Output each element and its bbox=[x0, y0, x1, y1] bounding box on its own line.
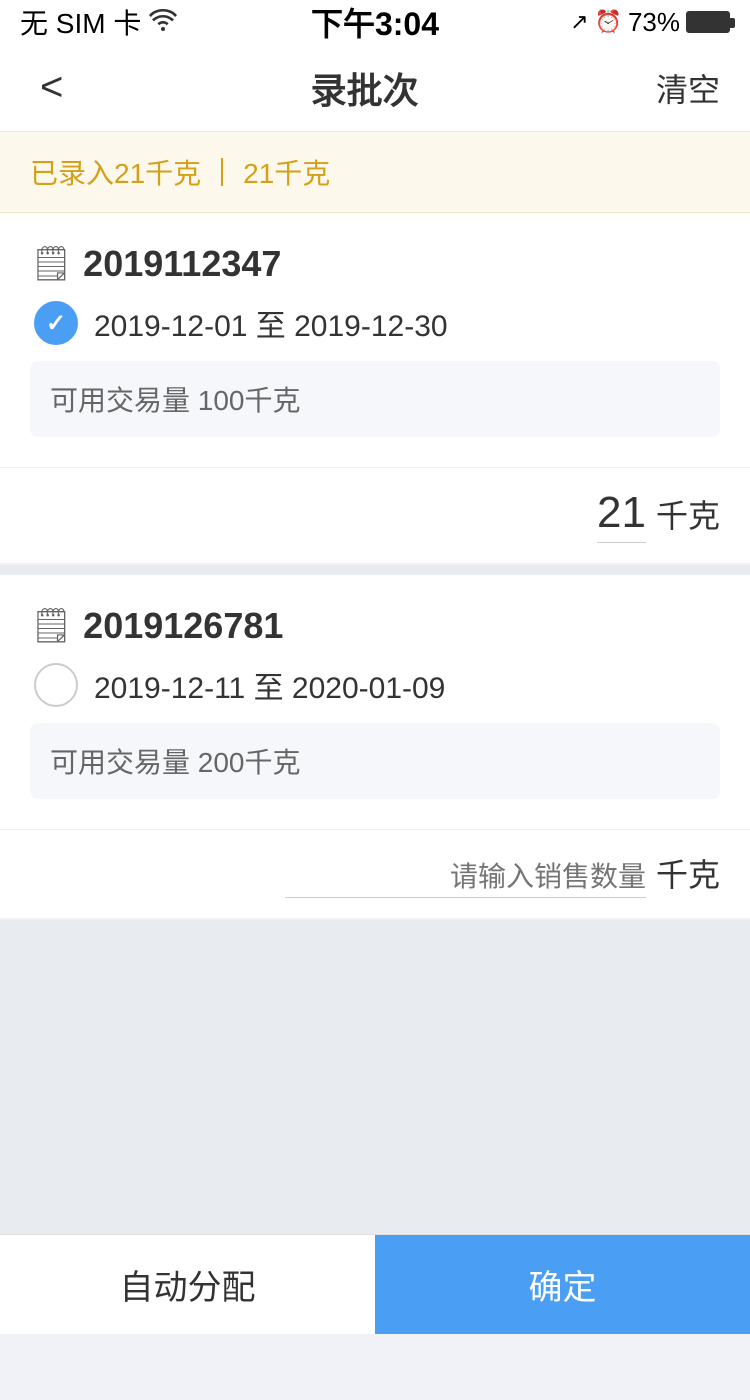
batch-2-date: 2019-12-11 至 2020-01-09 bbox=[94, 663, 445, 707]
batch-1-date-row[interactable]: ✓ 2019-12-01 至 2019-12-30 bbox=[30, 301, 720, 345]
batch-1-id: 2019112347 bbox=[83, 243, 281, 285]
batch-1-unit: 千克 bbox=[656, 491, 720, 537]
status-time: 下午3:04 bbox=[311, 0, 439, 45]
recorded-amount: 已录入21千克 bbox=[30, 152, 201, 192]
confirm-button[interactable]: 确定 bbox=[375, 1235, 750, 1334]
bottom-bar: 自动分配 确定 bbox=[0, 1234, 750, 1334]
page-title: 录批次 bbox=[311, 62, 419, 114]
batch-2-icon: 🗒 bbox=[30, 606, 73, 646]
batch-1-icon: 🗒 bbox=[30, 244, 73, 284]
batch-2-date-row[interactable]: 2019-12-11 至 2020-01-09 bbox=[30, 663, 720, 707]
batch-1-quantity: 21 bbox=[597, 488, 646, 538]
batch-1-availability-box: 可用交易量 100千克 bbox=[30, 361, 720, 437]
info-divider bbox=[221, 158, 223, 186]
quantity-input[interactable] bbox=[285, 861, 646, 893]
batch-2-card: 🗒 2019126781 2019-12-11 至 2020-01-09 可用交… bbox=[0, 575, 750, 918]
batch-2-input-row[interactable]: 千克 bbox=[0, 829, 750, 918]
alarm-icon: ⏰ bbox=[595, 9, 622, 35]
quantity-underline: 21 bbox=[597, 488, 646, 543]
battery-icon bbox=[686, 11, 730, 33]
batch-1-card: 🗒 2019112347 ✓ 2019-12-01 至 2019-12-30 可… bbox=[0, 213, 750, 563]
status-bar: 无 SIM 卡 下午3:04 ↗ ⏰ 73% bbox=[0, 0, 750, 44]
auto-distribute-button[interactable]: 自动分配 bbox=[0, 1235, 375, 1334]
nav-bar: < 录批次 清空 bbox=[0, 44, 750, 132]
batch-2-id-row: 🗒 2019126781 bbox=[30, 605, 720, 647]
status-left: 无 SIM 卡 bbox=[20, 2, 177, 42]
batch-1-availability: 可用交易量 100千克 bbox=[50, 385, 301, 416]
batch-1-quantity-row: 21 千克 bbox=[0, 467, 750, 563]
batch-2-id: 2019126781 bbox=[83, 605, 283, 647]
input-underline bbox=[285, 861, 646, 898]
total-amount: 21千克 bbox=[243, 152, 330, 192]
batch-1-date: 2019-12-01 至 2019-12-30 bbox=[94, 301, 448, 345]
separator-1 bbox=[0, 565, 750, 575]
batch-2-availability: 可用交易量 200千克 bbox=[50, 747, 301, 778]
wifi-icon bbox=[149, 6, 177, 38]
batch-2-radio[interactable] bbox=[34, 663, 78, 707]
batch-1-radio[interactable]: ✓ bbox=[34, 301, 78, 345]
batch-2-unit: 千克 bbox=[656, 850, 720, 896]
status-right: ↗ ⏰ 73% bbox=[570, 7, 730, 38]
carrier-label: 无 SIM 卡 bbox=[20, 2, 141, 42]
check-icon: ✓ bbox=[46, 309, 66, 338]
batch-1-id-row: 🗒 2019112347 bbox=[30, 243, 720, 285]
clear-button[interactable]: 清空 bbox=[656, 65, 720, 111]
batch-2-availability-box: 可用交易量 200千克 bbox=[30, 723, 720, 799]
location-icon: ↗ bbox=[570, 9, 588, 35]
battery-label: 73% bbox=[628, 7, 680, 38]
info-banner: 已录入21千克 21千克 bbox=[0, 132, 750, 213]
back-button[interactable]: < bbox=[30, 55, 73, 120]
